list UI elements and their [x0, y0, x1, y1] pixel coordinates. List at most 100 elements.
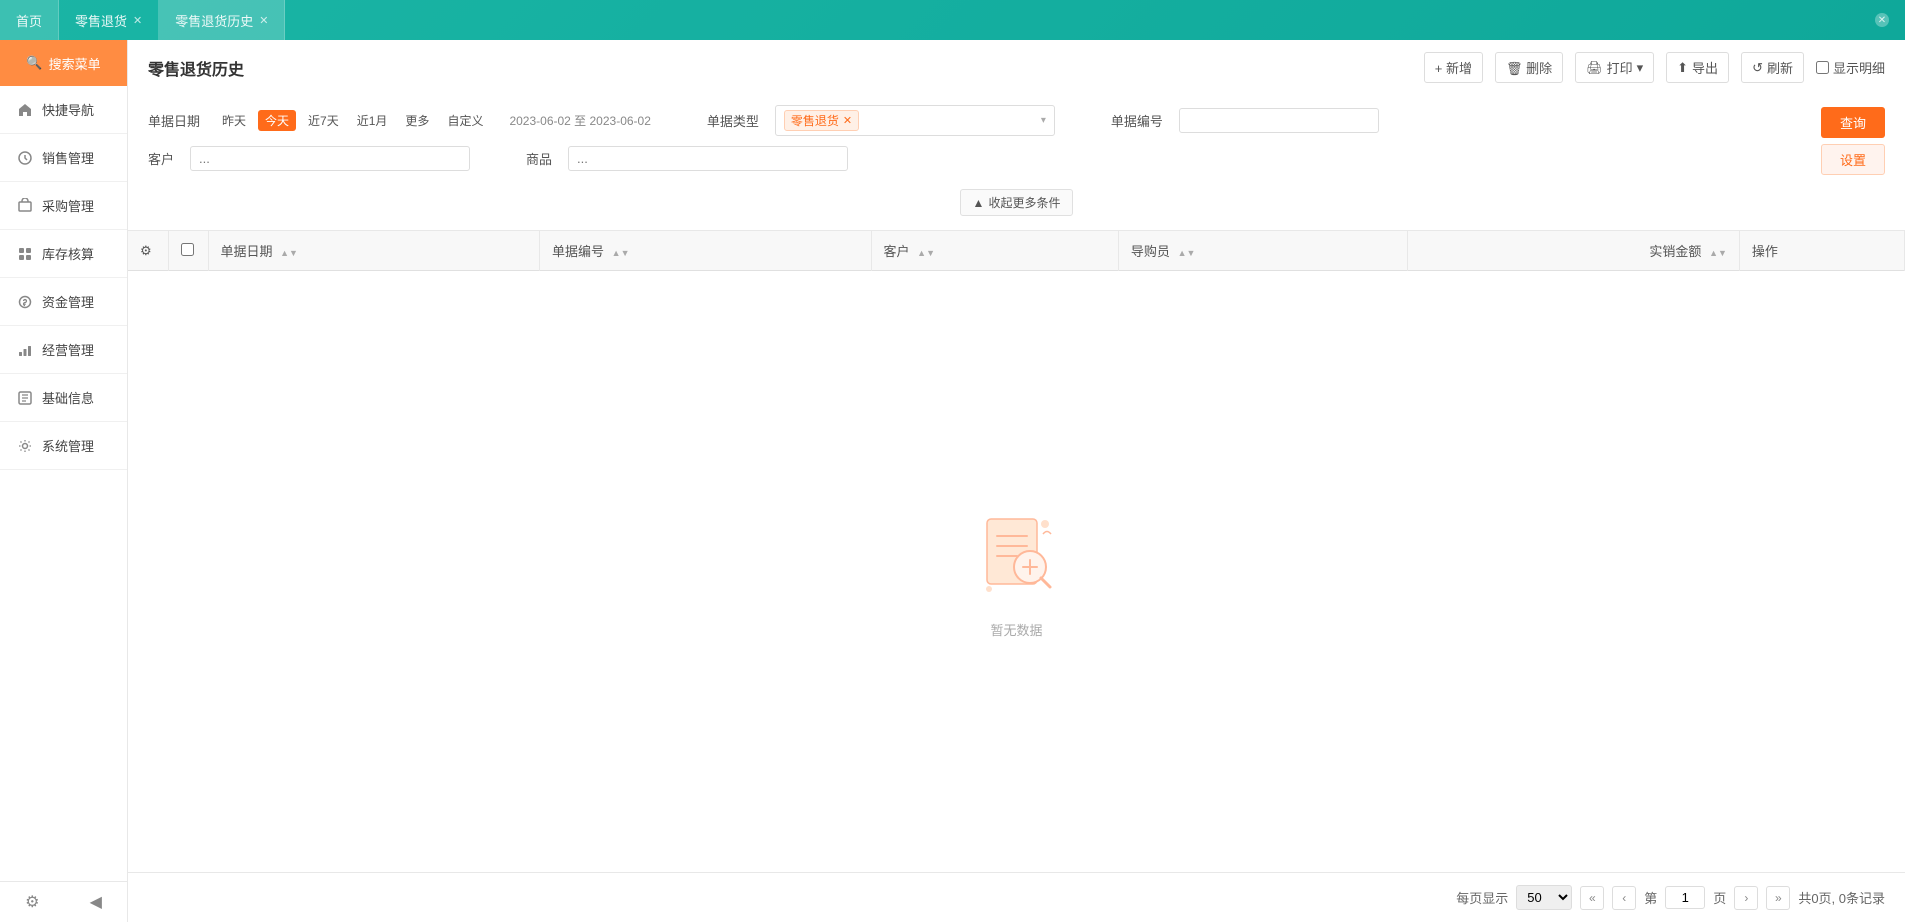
window-close-button[interactable]: ✕ [1875, 13, 1889, 27]
export-label: 导出 [1692, 58, 1718, 77]
filter-row-1: 单据日期 昨天 今天 近7天 近1月 更多 自定义 2023-06-02 至 2… [148, 105, 1805, 136]
empty-illustration [967, 504, 1067, 604]
sales-icon [16, 149, 34, 167]
doc-type-tag-text: 零售退货 [791, 112, 839, 129]
sidebar-bottom: ⚙ ◀ [0, 881, 127, 922]
tab-retail-return-label: 零售退货 [75, 11, 127, 30]
collapse-filter-button[interactable]: ▲ 收起更多条件 [960, 189, 1074, 216]
print-chevron: ▾ [1637, 60, 1644, 76]
show-detail-toggle[interactable]: 显示明细 [1816, 58, 1885, 77]
tab-retail-return-history[interactable]: 零售退货历史 ✕ [159, 0, 285, 40]
customer-input[interactable] [190, 146, 470, 171]
date-btn-1month[interactable]: 近1月 [351, 110, 394, 131]
sidebar-item-inventory[interactable]: 库存核算 [0, 230, 127, 278]
tab-retail-return[interactable]: 零售退货 ✕ [59, 0, 159, 40]
sort-customer-icon[interactable]: ▲▼ [917, 249, 935, 258]
goods-filter-label: 商品 [526, 149, 552, 168]
sort-amount-icon[interactable]: ▲▼ [1709, 249, 1727, 258]
window-controls: ✕ [1859, 13, 1905, 27]
th-customer-label: 客户 [884, 244, 910, 259]
export-icon: ⬆ [1677, 60, 1688, 76]
collapse-label: 收起更多条件 [988, 194, 1060, 211]
th-guide[interactable]: 导购员 ▲▼ [1118, 231, 1407, 271]
th-number-label: 单据编号 [552, 244, 604, 259]
show-detail-checkbox[interactable] [1816, 61, 1829, 74]
th-date[interactable]: 单据日期 ▲▼ [208, 231, 540, 271]
sidebar-item-operations-label: 经营管理 [42, 340, 94, 359]
sidebar-item-basic-info[interactable]: 基础信息 [0, 374, 127, 422]
content-area: 零售退货历史 + 新增 🗑 删除 🖨 打印 ▾ ⬆ 导出 ↺ [128, 40, 1905, 922]
pagination: 每页显示 50 100 200 « ‹ 第 页 › » 共0页, 0条记录 [128, 872, 1905, 922]
date-btn-custom[interactable]: 自定义 [441, 110, 489, 131]
date-btn-today[interactable]: 今天 [258, 110, 296, 131]
sidebar-item-quick-nav[interactable]: 快捷导航 [0, 86, 127, 134]
data-table: ⚙ 单据日期 ▲▼ 单据编号 ▲▼ [128, 231, 1905, 271]
sort-guide-icon[interactable]: ▲▼ [1178, 249, 1196, 258]
th-amount-label: 实销金额 [1649, 244, 1701, 259]
sidebar-item-inventory-label: 库存核算 [42, 244, 94, 263]
sidebar-item-system[interactable]: 系统管理 [0, 422, 127, 470]
prev-page-button[interactable]: ‹ [1612, 886, 1636, 910]
page-num-suffix: 页 [1713, 888, 1726, 907]
query-button[interactable]: 查询 [1821, 107, 1885, 138]
print-button[interactable]: 🖨 打印 ▾ [1575, 52, 1654, 83]
inventory-icon [16, 245, 34, 263]
doc-type-content: 零售退货 ✕ [784, 110, 1037, 131]
first-page-button[interactable]: « [1580, 886, 1604, 910]
date-filter-label: 单据日期 [148, 111, 200, 130]
doc-type-select[interactable]: 零售退货 ✕ ▾ [775, 105, 1055, 136]
delete-button[interactable]: 🗑 删除 [1495, 52, 1563, 83]
date-btn-yesterday[interactable]: 昨天 [216, 110, 252, 131]
th-number[interactable]: 单据编号 ▲▼ [540, 231, 872, 271]
th-checkbox[interactable] [168, 231, 208, 271]
th-settings[interactable]: ⚙ [128, 231, 168, 271]
page-num-prefix: 第 [1644, 888, 1657, 907]
sidebar-item-purchase-mgmt-label: 采购管理 [42, 196, 94, 215]
sidebar-item-operations[interactable]: 经营管理 [0, 326, 127, 374]
tab-bar: 首页 零售退货 ✕ 零售退货历史 ✕ [0, 0, 1859, 40]
toolbar: + 新增 🗑 删除 🖨 打印 ▾ ⬆ 导出 ↺ 刷新 [1424, 52, 1885, 83]
refresh-icon: ↺ [1752, 60, 1763, 76]
select-all-checkbox[interactable] [181, 243, 194, 256]
page-size-select[interactable]: 50 100 200 [1516, 885, 1572, 910]
sidebar-item-finance[interactable]: 资金管理 [0, 278, 127, 326]
sidebar-item-sales-mgmt[interactable]: 销售管理 [0, 134, 127, 182]
sidebar-item-system-label: 系统管理 [42, 436, 94, 455]
main-layout: 🔍 搜索菜单 快捷导航 销售管理 采购管理 库存核算 [0, 40, 1905, 922]
doc-number-input[interactable] [1179, 108, 1379, 133]
sidebar-item-basic-info-label: 基础信息 [42, 388, 94, 407]
sort-number-icon[interactable]: ▲▼ [612, 249, 630, 258]
export-button[interactable]: ⬆ 导出 [1666, 52, 1729, 83]
table-container: ⚙ 单据日期 ▲▼ 单据编号 ▲▼ [128, 231, 1905, 872]
goods-input[interactable] [568, 146, 848, 171]
print-icon: 🖨 [1586, 60, 1603, 76]
tab-retail-return-close[interactable]: ✕ [133, 14, 142, 27]
basic-icon [16, 389, 34, 407]
next-page-button[interactable]: › [1734, 886, 1758, 910]
doc-type-tag: 零售退货 ✕ [784, 110, 859, 131]
sort-date-icon[interactable]: ▲▼ [280, 249, 298, 258]
refresh-button[interactable]: ↺ 刷新 [1741, 52, 1804, 83]
settings-icon[interactable]: ⚙ [140, 243, 152, 258]
collapse-button[interactable]: ◀ [90, 892, 102, 912]
th-amount[interactable]: 实销金额 ▲▼ [1408, 231, 1740, 271]
page-number-input[interactable] [1665, 886, 1705, 909]
settings-filter-button[interactable]: 设置 [1821, 144, 1885, 175]
tab-home[interactable]: 首页 [0, 0, 59, 40]
page-header: 零售退货历史 + 新增 🗑 删除 🖨 打印 ▾ ⬆ 导出 ↺ [128, 40, 1905, 231]
date-btn-more[interactable]: 更多 [399, 110, 435, 131]
collapse-icon: ▲ [973, 196, 985, 210]
page-size-label: 每页显示 [1456, 888, 1508, 907]
finance-icon [16, 293, 34, 311]
tab-retail-return-history-close[interactable]: ✕ [259, 14, 268, 27]
settings-button[interactable]: ⚙ [25, 892, 39, 912]
sidebar-search-label: 搜索菜单 [49, 54, 101, 73]
page-title-row: 零售退货历史 + 新增 🗑 删除 🖨 打印 ▾ ⬆ 导出 ↺ [148, 52, 1885, 83]
sidebar-search[interactable]: 🔍 搜索菜单 [0, 40, 127, 86]
last-page-button[interactable]: » [1766, 886, 1790, 910]
th-customer[interactable]: 客户 ▲▼ [871, 231, 1118, 271]
add-button[interactable]: + 新增 [1424, 52, 1483, 83]
date-btn-7days[interactable]: 近7天 [302, 110, 345, 131]
sidebar-item-purchase-mgmt[interactable]: 采购管理 [0, 182, 127, 230]
doc-type-tag-remove[interactable]: ✕ [843, 114, 852, 127]
